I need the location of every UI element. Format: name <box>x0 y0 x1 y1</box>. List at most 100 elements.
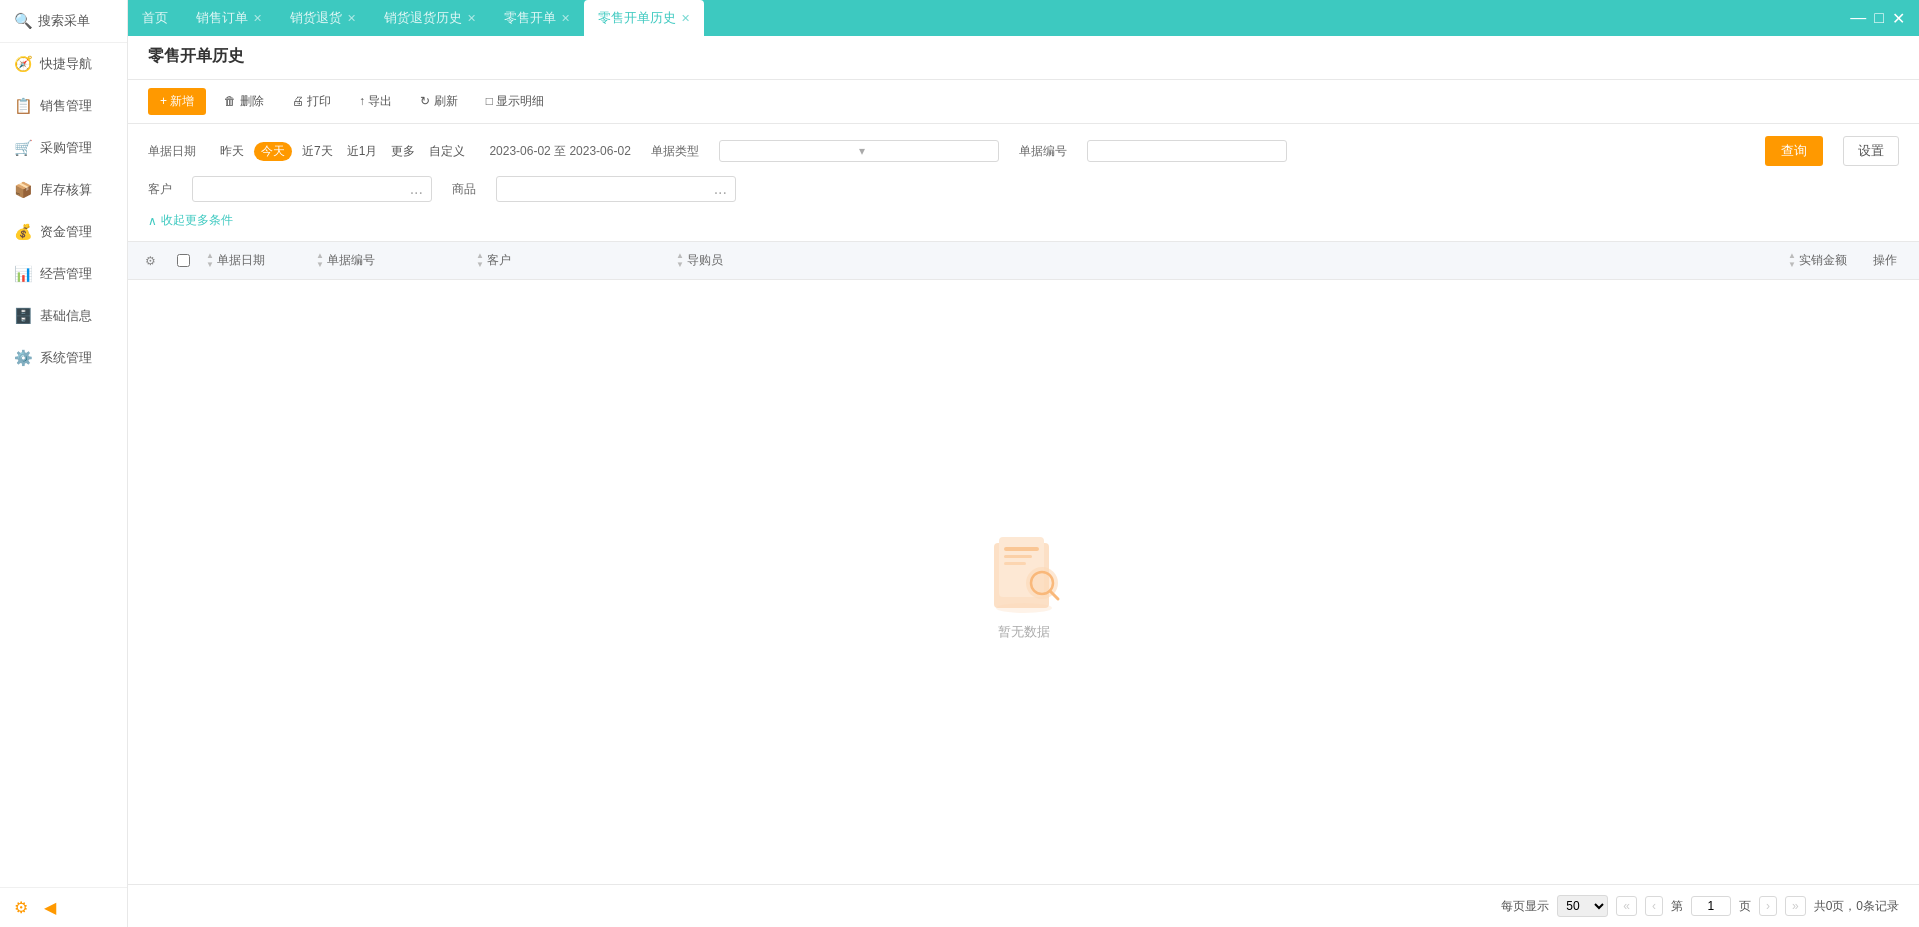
collapse-sidebar-icon[interactable]: ◀ <box>44 898 56 917</box>
sidebar-item-basic[interactable]: 🗄️ 基础信息 <box>0 295 127 337</box>
date-custom[interactable]: 自定义 <box>425 142 469 161</box>
query-button[interactable]: 查询 <box>1765 136 1823 166</box>
sidebar-item-operation[interactable]: 📊 经营管理 <box>0 253 127 295</box>
customer-input-wrap: ... <box>192 176 432 202</box>
sidebar-item-system[interactable]: ⚙️ 系统管理 <box>0 337 127 379</box>
filter-row-2: 客户 ... 商品 ... <box>148 176 1899 202</box>
settings-bottom-icon[interactable]: ⚙ <box>14 898 28 917</box>
tab-retail-open-history-close[interactable]: ✕ <box>681 12 690 25</box>
column-actions: 操作 <box>1855 252 1915 269</box>
sidebar-item-sales[interactable]: 📋 销售管理 <box>0 85 127 127</box>
filter-area: 单据日期 昨天 今天 近7天 近1月 更多 自定义 2023-06-02 至 2… <box>128 124 1919 242</box>
finance-icon: 💰 <box>14 223 32 241</box>
sales-icon: 📋 <box>14 97 32 115</box>
column-num[interactable]: ▲▼ 单据编号 <box>308 252 468 269</box>
total-label: 共0页，0条记录 <box>1814 898 1899 915</box>
display-detail-button[interactable]: □ 显示明细 <box>476 88 555 115</box>
empty-illustration <box>974 523 1074 623</box>
next-page-button[interactable]: › <box>1759 896 1777 916</box>
tab-sales-return-history[interactable]: 销货退货历史 ✕ <box>370 0 490 36</box>
first-page-button[interactable]: « <box>1616 896 1637 916</box>
date-today[interactable]: 今天 <box>254 142 292 161</box>
type-select[interactable]: ▾ <box>719 140 999 162</box>
tab-retail-open-close[interactable]: ✕ <box>561 12 570 25</box>
collapse-up-icon: ∧ <box>148 214 157 228</box>
print-button[interactable]: 🖨 打印 <box>282 88 341 115</box>
date-more[interactable]: 更多 <box>387 142 419 161</box>
svg-rect-5 <box>1004 562 1026 565</box>
per-page-select[interactable]: 50 100 200 <box>1557 895 1608 917</box>
minimize-button[interactable]: — <box>1850 9 1866 27</box>
customer-input[interactable] <box>201 182 410 196</box>
export-button[interactable]: ↑ 导出 <box>349 88 402 115</box>
purchase-icon: 🛒 <box>14 139 32 157</box>
select-all-checkbox[interactable] <box>177 254 190 267</box>
collapse-button[interactable]: ∧ 收起更多条件 <box>148 212 1899 229</box>
customer-dots-icon[interactable]: ... <box>410 180 423 198</box>
system-icon: ⚙️ <box>14 349 32 367</box>
tab-retail-open-label: 零售开单 <box>504 9 556 27</box>
quick-nav-icon: 🧭 <box>14 55 32 73</box>
num-filter-label: 单据编号 <box>1019 143 1067 160</box>
settings-filter-button[interactable]: 设置 <box>1843 136 1899 166</box>
column-date[interactable]: ▲▼ 单据日期 <box>198 252 308 269</box>
tab-sales-return[interactable]: 销货退货 ✕ <box>276 0 370 36</box>
last-page-button[interactable]: » <box>1785 896 1806 916</box>
refresh-button[interactable]: ↻ 刷新 <box>410 88 467 115</box>
column-guide[interactable]: ▲▼ 导购员 <box>668 252 788 269</box>
column-customer[interactable]: ▲▼ 客户 <box>468 252 668 269</box>
sidebar-item-purchase[interactable]: 🛒 采购管理 <box>0 127 127 169</box>
page-title: 零售开单历史 <box>148 46 1899 67</box>
tab-sales-order[interactable]: 销售订单 ✕ <box>182 0 276 36</box>
add-button[interactable]: + 新增 <box>148 88 206 115</box>
tab-home[interactable]: 首页 <box>128 0 182 36</box>
goods-dots-icon[interactable]: ... <box>714 180 727 198</box>
content-header: 零售开单历史 <box>128 36 1919 80</box>
tab-sales-order-close[interactable]: ✕ <box>253 12 262 25</box>
delete-button[interactable]: 🗑 删除 <box>214 88 273 115</box>
sidebar-item-label: 系统管理 <box>40 349 92 367</box>
date-yesterday[interactable]: 昨天 <box>216 142 248 161</box>
svg-rect-4 <box>1004 555 1032 558</box>
tab-sales-return-close[interactable]: ✕ <box>347 12 356 25</box>
sidebar-item-quick-nav[interactable]: 🧭 快捷导航 <box>0 43 127 85</box>
sidebar-item-inventory[interactable]: 📦 库存核算 <box>0 169 127 211</box>
column-settings-icon[interactable]: ⚙ <box>132 254 168 268</box>
column-amount[interactable]: ▲▼ 实销金额 <box>1755 252 1855 269</box>
table-header: ⚙ ▲▼ 单据日期 ▲▼ 单据编号 ▲▼ 客户 ▲▼ <box>128 242 1919 280</box>
search-label: 搜索采单 <box>38 12 90 30</box>
page-end-label: 页 <box>1739 898 1751 915</box>
svg-rect-3 <box>1004 547 1039 551</box>
sidebar-item-label: 资金管理 <box>40 223 92 241</box>
date-7days[interactable]: 近7天 <box>298 142 337 161</box>
num-input[interactable] <box>1096 144 1278 158</box>
maximize-button[interactable]: □ <box>1874 9 1884 27</box>
page-input[interactable] <box>1691 896 1731 916</box>
tab-bar: 首页 销售订单 ✕ 销货退货 ✕ 销货退货历史 ✕ 零售开单 ✕ 零售开单历史 … <box>128 0 1919 36</box>
goods-input-wrap: ... <box>496 176 736 202</box>
tab-retail-open[interactable]: 零售开单 ✕ <box>490 0 584 36</box>
operation-icon: 📊 <box>14 265 32 283</box>
close-button[interactable]: ✕ <box>1892 9 1905 28</box>
window-controls: — □ ✕ <box>1850 9 1919 28</box>
date-filter-label: 单据日期 <box>148 143 196 160</box>
tab-sales-return-history-label: 销货退货历史 <box>384 9 462 27</box>
tab-sales-return-history-close[interactable]: ✕ <box>467 12 476 25</box>
filter-row-1: 单据日期 昨天 今天 近7天 近1月 更多 自定义 2023-06-02 至 2… <box>148 136 1899 166</box>
sidebar-item-finance[interactable]: 💰 资金管理 <box>0 211 127 253</box>
sidebar-item-label: 库存核算 <box>40 181 92 199</box>
basic-icon: 🗄️ <box>14 307 32 325</box>
sidebar: 🔍 搜索采单 🧭 快捷导航 📋 销售管理 🛒 采购管理 📦 库存核算 💰 资金管… <box>0 0 128 927</box>
tab-home-label: 首页 <box>142 9 168 27</box>
tab-retail-open-history[interactable]: 零售开单历史 ✕ <box>584 0 704 36</box>
prev-page-button[interactable]: ‹ <box>1645 896 1663 916</box>
tab-sales-order-label: 销售订单 <box>196 9 248 27</box>
goods-filter-label: 商品 <box>452 181 476 198</box>
date-1month[interactable]: 近1月 <box>343 142 382 161</box>
column-checkbox[interactable] <box>168 254 198 267</box>
inventory-icon: 📦 <box>14 181 32 199</box>
goods-input[interactable] <box>505 182 714 196</box>
main-area: 首页 销售订单 ✕ 销货退货 ✕ 销货退货历史 ✕ 零售开单 ✕ 零售开单历史 … <box>128 0 1919 927</box>
search-menu-item[interactable]: 🔍 搜索采单 <box>0 0 127 43</box>
sidebar-item-label: 采购管理 <box>40 139 92 157</box>
